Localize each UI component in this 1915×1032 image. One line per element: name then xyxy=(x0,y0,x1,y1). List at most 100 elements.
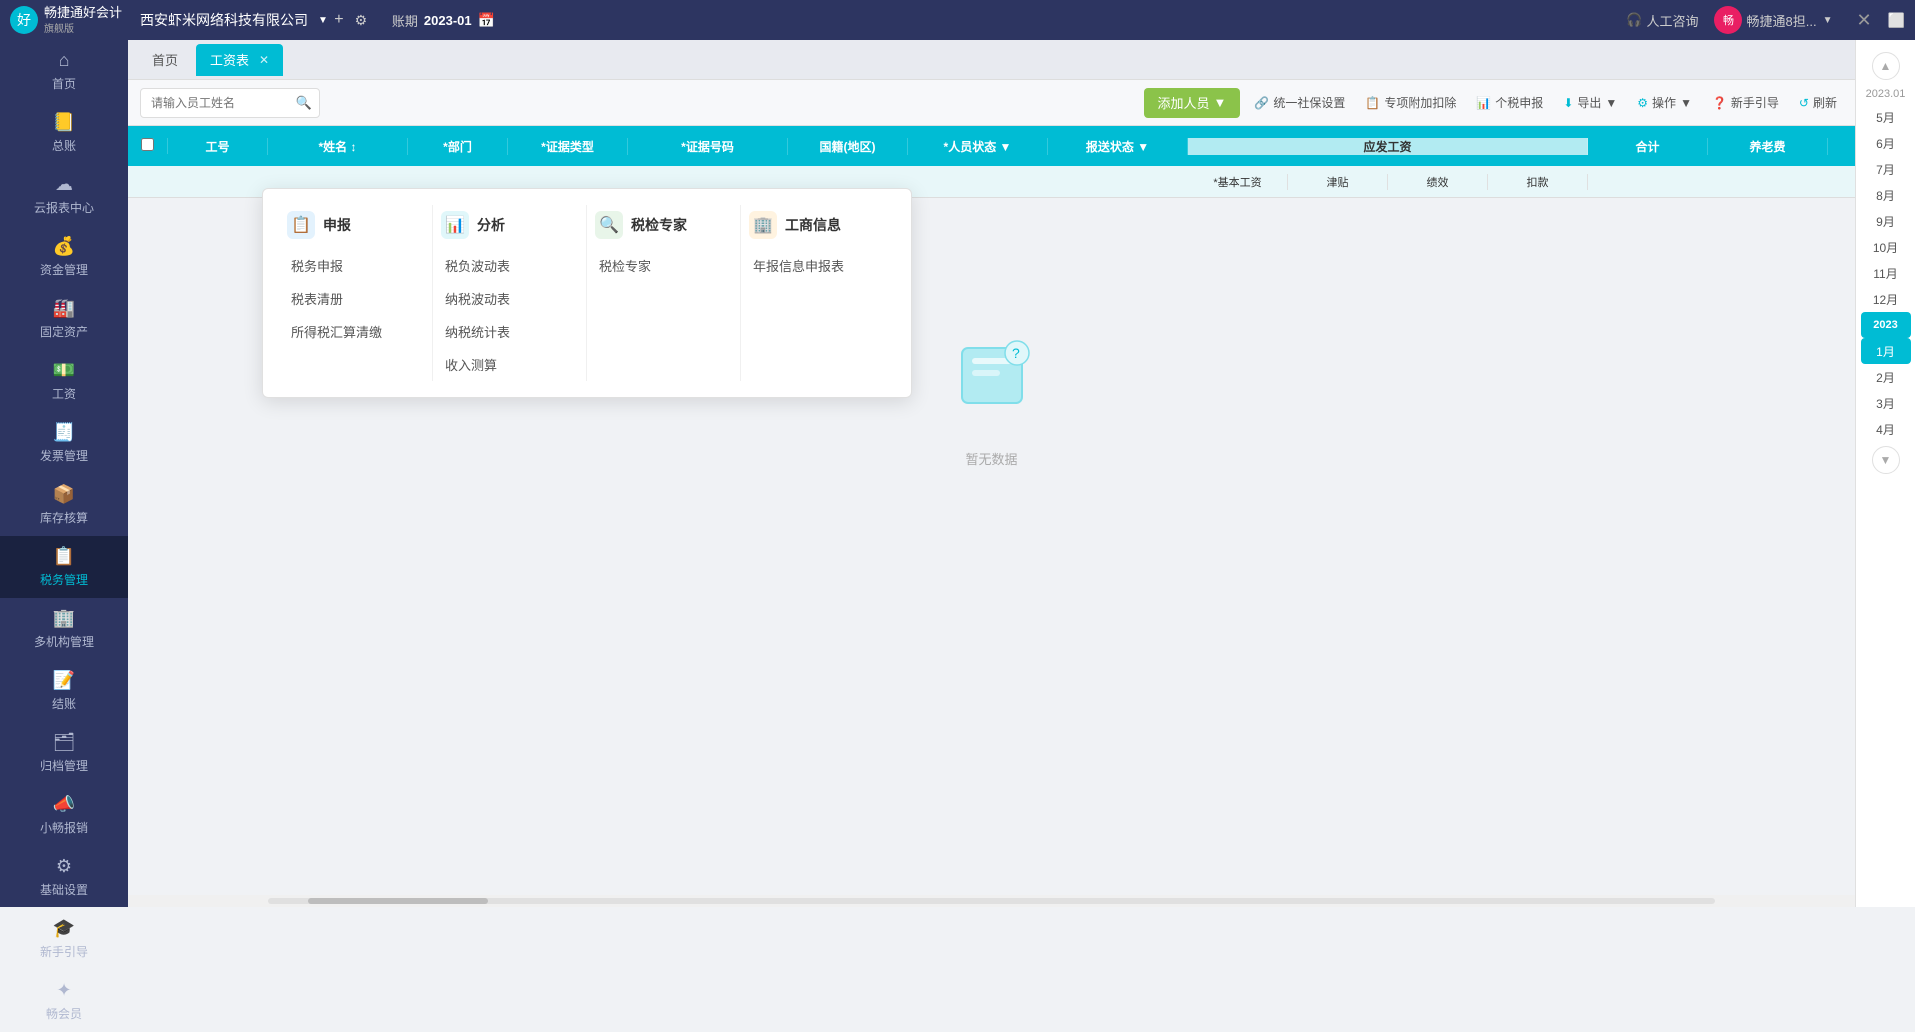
refresh-button[interactable]: ↺ 刷新 xyxy=(1793,94,1843,111)
calendar-month-6[interactable]: 6月 xyxy=(1861,130,1911,156)
sidebar-item-guide[interactable]: 🎓 新手引导 xyxy=(0,908,128,970)
period-selector[interactable]: 账期 2023-01 📅 xyxy=(392,11,495,30)
calendar-icon[interactable]: 📅 xyxy=(478,12,495,29)
tab-salary-table[interactable]: 工资表 ✕ xyxy=(196,44,283,76)
empty-icon: ? xyxy=(947,328,1037,437)
invoice-icon: 🧾 xyxy=(53,422,75,443)
operation-button[interactable]: ⚙ 操作 ▼ xyxy=(1631,94,1698,111)
th-nationality: 国籍(地区) xyxy=(788,138,908,155)
calendar-month-3[interactable]: 3月 xyxy=(1861,390,1911,416)
fenxi-title: 分析 xyxy=(477,215,505,235)
export-button[interactable]: ⬇ 导出 ▼ xyxy=(1557,94,1623,111)
tab-close-icon[interactable]: ✕ xyxy=(259,53,269,67)
item-annual-report[interactable]: 年报信息申报表 xyxy=(749,249,887,282)
th-total: 合计 xyxy=(1588,138,1708,155)
inventory-icon: 📦 xyxy=(53,484,75,505)
item-tax-stats[interactable]: 纳税统计表 xyxy=(441,315,578,348)
sidebar: ⌂ 首页 📒 总账 ☁ 云报表中心 💰 资金管理 🏭 固定资产 💵 工资 🧾 发… xyxy=(0,40,128,907)
section-shuijian-header: 🔍 税检专家 xyxy=(595,205,732,249)
chevron-down-icon[interactable]: ▼ xyxy=(318,15,328,26)
item-tax-burden[interactable]: 税负波动表 xyxy=(441,249,578,282)
item-tax-wave[interactable]: 纳税波动表 xyxy=(441,282,578,315)
restore-button[interactable]: ⬜ xyxy=(1888,12,1905,29)
section-gongshang: 🏢 工商信息 年报信息申报表 xyxy=(741,205,895,381)
calendar-month-4[interactable]: 4月 xyxy=(1861,416,1911,442)
operation-label: 操作 xyxy=(1652,94,1676,111)
item-tax-expert[interactable]: 税检专家 xyxy=(595,249,732,282)
calendar-month-2[interactable]: 2月 xyxy=(1861,364,1911,390)
settlement-icon: 📝 xyxy=(53,670,75,691)
top-bar: 好 畅捷通好会计 旗舰版 西安虾米网络科技有限公司 ▼ + ⚙ 账期 2023-… xyxy=(0,0,1915,40)
sidebar-item-xiao[interactable]: 📣 小畅报销 xyxy=(0,784,128,846)
calendar-month-12[interactable]: 12月 xyxy=(1861,286,1911,312)
unified-social-button[interactable]: 🔗 统一社保设置 xyxy=(1248,94,1351,111)
select-all-checkbox[interactable] xyxy=(141,138,154,151)
sidebar-label-assets: 固定资产 xyxy=(40,323,88,340)
sidebar-item-inventory[interactable]: 📦 库存核算 xyxy=(0,474,128,536)
calendar-month-8[interactable]: 8月 xyxy=(1861,182,1911,208)
th-checkbox[interactable] xyxy=(128,138,168,154)
sidebar-item-member[interactable]: ✦ 畅会员 xyxy=(0,970,128,1032)
item-income-calc[interactable]: 收入测算 xyxy=(441,348,578,381)
sidebar-item-ledger[interactable]: 📒 总账 xyxy=(0,102,128,164)
calendar-month-10[interactable]: 10月 xyxy=(1861,234,1911,260)
logo-text-block: 畅捷通好会计 旗舰版 xyxy=(44,5,122,36)
special-deduction-button[interactable]: 📋 专项附加扣除 xyxy=(1359,94,1462,111)
company-selector[interactable]: 西安虾米网络科技有限公司 ▼ xyxy=(140,10,328,30)
operation-icon: ⚙ xyxy=(1637,96,1648,110)
dropdown-popup: 📋 申报 税务申报 税表清册 所得税汇算清缴 📊 分析 税负波动表 纳税波动表 … xyxy=(262,188,912,398)
period-value: 2023-01 xyxy=(424,13,472,28)
add-dropdown-icon: ▼ xyxy=(1214,95,1227,110)
calendar-month-1-active[interactable]: 1月 xyxy=(1861,338,1911,364)
section-shenbao: 📋 申报 税务申报 税表清册 所得税汇算清缴 xyxy=(279,205,433,381)
refresh-label: 刷新 xyxy=(1813,94,1837,111)
app-name: 畅捷通好会计 xyxy=(44,5,122,21)
bottom-scrollbar[interactable] xyxy=(128,895,1855,907)
search-input[interactable] xyxy=(140,88,320,118)
sidebar-item-settings[interactable]: ⚙ 基础设置 xyxy=(0,846,128,908)
help-button[interactable]: 🎧 人工咨询 xyxy=(1626,11,1698,30)
sidebar-item-assets[interactable]: 🏭 固定资产 xyxy=(0,288,128,350)
shenbao-icon: 📋 xyxy=(287,211,315,239)
sub-performance: 绩效 xyxy=(1388,174,1488,190)
calendar-month-9[interactable]: 9月 xyxy=(1861,208,1911,234)
item-tax-report[interactable]: 税务申报 xyxy=(287,249,424,282)
add-person-label: 添加人员 xyxy=(1158,93,1210,112)
item-income-tax[interactable]: 所得税汇算清缴 xyxy=(287,315,424,348)
calendar-month-11[interactable]: 11月 xyxy=(1861,260,1911,286)
sidebar-item-home[interactable]: ⌂ 首页 xyxy=(0,40,128,102)
add-company-button[interactable]: + xyxy=(328,9,350,31)
calendar-month-7[interactable]: 7月 xyxy=(1861,156,1911,182)
search-wrapper: 🔍 xyxy=(140,88,320,118)
close-button[interactable]: ✕ xyxy=(1856,10,1871,31)
gongshang-icon: 🏢 xyxy=(749,211,777,239)
sidebar-label-inventory: 库存核算 xyxy=(40,509,88,526)
calendar-down-button[interactable]: ▼ xyxy=(1872,446,1900,474)
section-shenbao-header: 📋 申报 xyxy=(287,205,424,249)
add-person-button[interactable]: 添加人员 ▼ xyxy=(1144,88,1241,118)
sidebar-item-archive[interactable]: 🗂 归档管理 xyxy=(0,722,128,784)
sidebar-item-salary[interactable]: 💵 工资 xyxy=(0,350,128,412)
export-label: 导出 xyxy=(1577,94,1601,111)
sidebar-item-tax[interactable]: 📋 税务管理 xyxy=(0,536,128,598)
tab-salary-label: 工资表 xyxy=(210,50,249,69)
sidebar-item-multiorg[interactable]: 🏢 多机构管理 xyxy=(0,598,128,660)
sidebar-item-invoice[interactable]: 🧾 发票管理 xyxy=(0,412,128,474)
th-pension: 养老费 xyxy=(1708,138,1828,155)
tax-return-button[interactable]: 📊 个税申报 xyxy=(1470,94,1549,111)
funds-icon: 💰 xyxy=(53,236,75,257)
calendar-up-button[interactable]: ▲ xyxy=(1872,52,1900,80)
settings-icon[interactable]: ⚙ xyxy=(350,9,372,31)
sidebar-item-settlement[interactable]: 📝 结账 xyxy=(0,660,128,722)
calendar-month-5[interactable]: 5月 xyxy=(1861,104,1911,130)
scroll-thumb[interactable] xyxy=(308,898,488,904)
tab-home[interactable]: 首页 xyxy=(138,44,192,76)
sidebar-item-cloud[interactable]: ☁ 云报表中心 xyxy=(0,164,128,226)
th-id-type: *证据类型 xyxy=(508,138,628,155)
shuijian-icon: 🔍 xyxy=(595,211,623,239)
guide-button[interactable]: ❓ 新手引导 xyxy=(1706,94,1785,111)
user-menu[interactable]: 畅 畅捷通8担... ▼ xyxy=(1714,6,1832,34)
item-tax-form[interactable]: 税表清册 xyxy=(287,282,424,315)
section-shuijian: 🔍 税检专家 税检专家 xyxy=(587,205,741,381)
sidebar-item-funds[interactable]: 💰 资金管理 xyxy=(0,226,128,288)
